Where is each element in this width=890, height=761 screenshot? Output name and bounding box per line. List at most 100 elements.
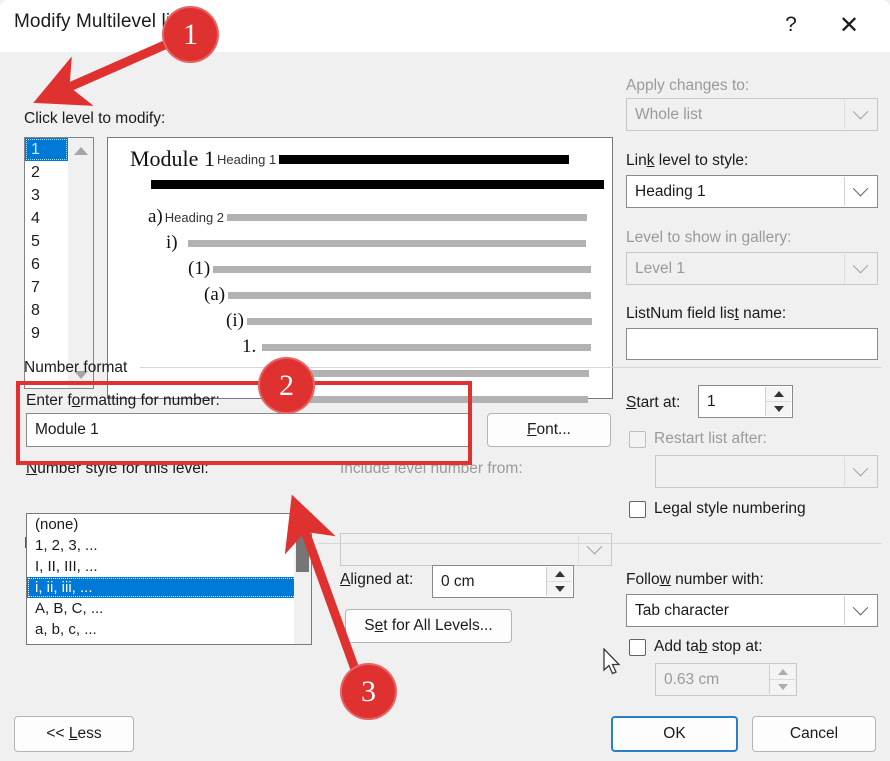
level-item-6[interactable]: 6: [25, 253, 68, 276]
level-item-8[interactable]: 8: [25, 299, 68, 322]
dropdown-option-roman-lower[interactable]: i, ii, iii, ...: [27, 577, 311, 598]
legal-style-numbering-checkbox[interactable]: Legal style numbering: [629, 500, 806, 518]
number-style-label: Number style for this level:: [26, 460, 209, 477]
enter-formatting-input[interactable]: Module 1: [26, 413, 472, 447]
ok-button[interactable]: OK: [611, 716, 738, 752]
number-style-dropdown-list[interactable]: (none) 1, 2, 3, ... I, II, III, ... i, i…: [26, 513, 312, 645]
annotation-marker-1: 1: [162, 6, 219, 63]
dropdown-scrollbar-thumb[interactable]: [296, 528, 309, 572]
preview-row-7: (i): [226, 310, 592, 332]
spin-down-icon[interactable]: [766, 401, 791, 416]
preview-row-4: i): [166, 232, 586, 254]
spin-down-icon[interactable]: [770, 679, 795, 694]
link-level-to-style-value: Heading 1: [635, 182, 706, 200]
add-tab-stop-spin-buttons[interactable]: [769, 665, 795, 694]
set-for-all-levels-button[interactable]: Set for All Levels...: [345, 609, 512, 643]
font-button[interactable]: Font...: [487, 413, 611, 447]
aligned-at-label: Aligned at:: [340, 571, 414, 588]
level-item-2[interactable]: 2: [25, 161, 68, 184]
checkbox-box: [629, 430, 646, 448]
legal-style-numbering-label: Legal style numbering: [654, 500, 806, 517]
restart-list-after-checkbox[interactable]: Restart list after:: [629, 430, 767, 448]
aligned-at-spin-buttons[interactable]: [546, 567, 572, 596]
include-level-label: Include level number from:: [340, 460, 523, 477]
chevron-down-icon[interactable]: [844, 596, 876, 625]
level-to-show-in-gallery-combo[interactable]: Level 1: [626, 252, 878, 285]
spin-up-icon[interactable]: [547, 567, 572, 581]
dropdown-option-roman-upper[interactable]: I, II, III, ...: [27, 556, 311, 577]
dropdown-option-arabic[interactable]: 1, 2, 3, ...: [27, 535, 311, 556]
level-item-3[interactable]: 3: [25, 184, 68, 207]
include-level-number-from-combo[interactable]: [340, 533, 612, 566]
level-to-show-in-gallery-value: Level 1: [635, 259, 685, 277]
page-title: Modify Multilevel list: [14, 11, 186, 32]
dropdown-option-alpha-upper[interactable]: A, B, C, ...: [27, 598, 311, 619]
apply-changes-label: Apply changes to:: [626, 77, 750, 94]
add-tab-stop-stepper[interactable]: 0.63 cm: [655, 663, 797, 696]
spin-up-icon[interactable]: [766, 387, 791, 401]
level-list-box[interactable]: 1 2 3 4 5 6 7 8 9: [24, 137, 94, 389]
follow-number-with-label: Follow number with:: [626, 571, 764, 588]
help-icon[interactable]: ?: [768, 4, 814, 46]
chevron-down-icon[interactable]: [844, 254, 876, 283]
spin-down-icon[interactable]: [547, 581, 572, 596]
link-level-label: Link level to style:: [626, 152, 749, 169]
chevron-down-icon[interactable]: [844, 457, 876, 486]
level-item-4[interactable]: 4: [25, 207, 68, 230]
restart-list-after-combo[interactable]: [655, 455, 878, 488]
link-level-to-style-combo[interactable]: Heading 1: [626, 175, 878, 208]
list-preview-pane: Module 1 Heading 1 a) Heading 2 i) (1) (…: [107, 137, 613, 409]
chevron-down-icon[interactable]: [844, 177, 876, 206]
start-at-label: Start at:: [626, 394, 681, 411]
listnum-field-label: ListNum field list name:: [626, 305, 787, 322]
aligned-at-value: 0 cm: [441, 572, 475, 590]
follow-number-with-value: Tab character: [635, 601, 729, 619]
modify-multilevel-list-dialog: Modify Multilevel list ? ✕ Click level t…: [0, 0, 890, 761]
annotation-marker-2: 2: [258, 357, 315, 414]
click-level-label: Click level to modify:: [24, 110, 166, 127]
preview-row-1: Module 1 Heading 1: [130, 146, 570, 172]
add-tab-stop-label: Add tab stop at:: [654, 638, 763, 655]
level-list-scrollbar[interactable]: [68, 138, 93, 388]
checkbox-box: [629, 638, 646, 656]
cancel-button[interactable]: Cancel: [752, 716, 876, 752]
start-at-value: 1: [707, 392, 716, 410]
chevron-down-icon[interactable]: [844, 100, 876, 129]
level-list-items: 1 2 3 4 5 6 7 8 9: [25, 138, 68, 388]
start-at-spin-buttons[interactable]: [765, 387, 791, 416]
mouse-cursor-icon: [603, 648, 621, 675]
number-format-group-label: Number format: [24, 359, 128, 376]
preview-row-10: i.: [280, 388, 589, 410]
apply-changes-to-combo[interactable]: Whole list: [626, 98, 878, 131]
dropdown-option-alpha-lower[interactable]: a, b, c, ...: [27, 619, 311, 640]
listnum-field-input[interactable]: [626, 328, 878, 360]
restart-list-after-label: Restart list after:: [654, 430, 767, 447]
less-button[interactable]: << Less: [14, 716, 134, 752]
spin-up-icon[interactable]: [770, 665, 795, 679]
preview-row-8: 1.: [242, 336, 592, 358]
follow-number-with-combo[interactable]: Tab character: [626, 594, 878, 627]
chevron-down-icon[interactable]: [578, 535, 610, 564]
level-item-5[interactable]: 5: [25, 230, 68, 253]
preview-row-5: (1): [188, 258, 592, 280]
enter-formatting-label: Enter formatting for number:: [26, 392, 220, 409]
add-tab-stop-checkbox[interactable]: Add tab stop at:: [629, 638, 763, 656]
checkbox-box: [629, 500, 646, 518]
scroll-up-arrow-icon[interactable]: [68, 140, 93, 162]
apply-changes-to-value: Whole list: [635, 105, 703, 123]
level-item-7[interactable]: 7: [25, 276, 68, 299]
preview-row-2: [148, 180, 604, 189]
preview-row-6: (a): [204, 284, 592, 306]
close-icon[interactable]: ✕: [826, 4, 872, 46]
add-tab-stop-value: 0.63 cm: [664, 670, 720, 688]
start-at-stepper[interactable]: 1: [698, 385, 793, 418]
level-item-1[interactable]: 1: [25, 138, 68, 161]
gallery-level-label: Level to show in gallery:: [626, 229, 792, 246]
dropdown-option-none[interactable]: (none): [27, 514, 311, 535]
dropdown-scrollbar[interactable]: [294, 514, 311, 644]
dialog-title-bar: Modify Multilevel list ? ✕: [0, 0, 890, 52]
level-item-9[interactable]: 9: [25, 322, 68, 345]
aligned-at-stepper[interactable]: 0 cm: [432, 565, 574, 598]
group-divider: [140, 367, 882, 368]
preview-row-3: a) Heading 2: [148, 206, 588, 228]
